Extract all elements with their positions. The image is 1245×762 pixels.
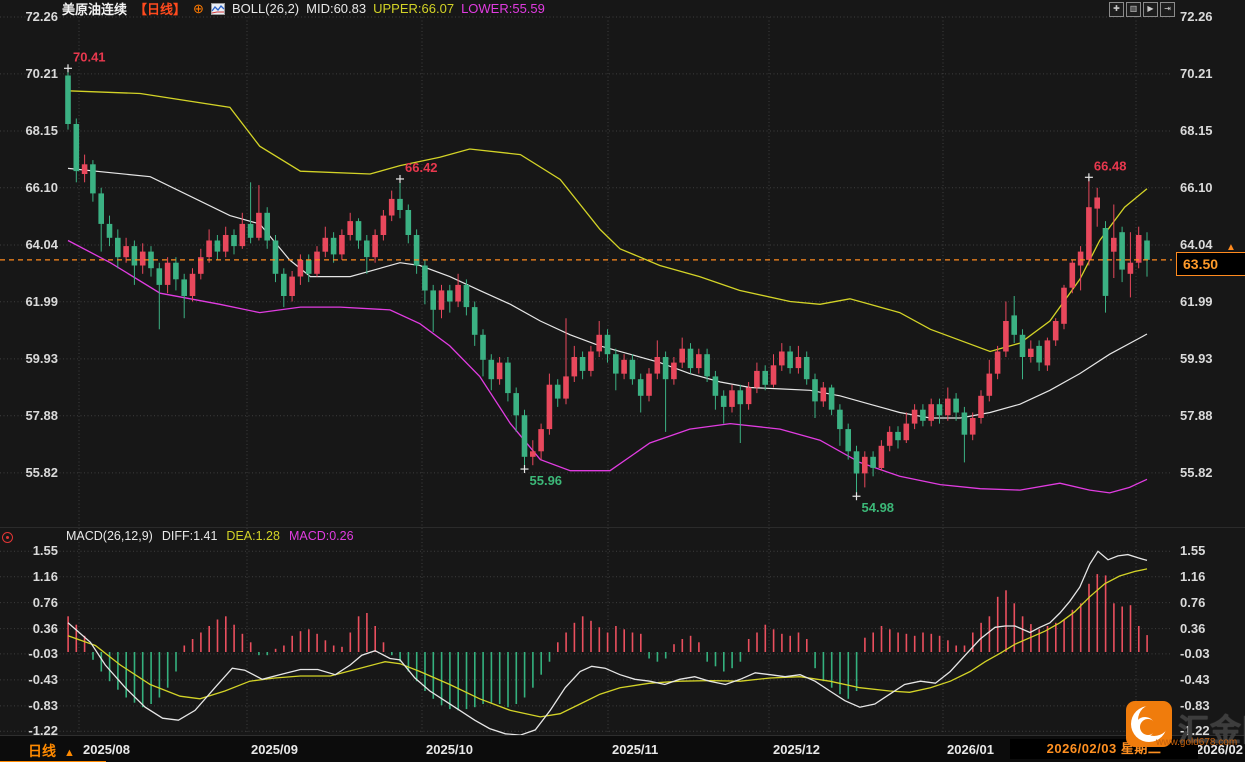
date-label: 2025/10 (426, 742, 473, 757)
price-axis-label-right: 64.04 (1180, 237, 1213, 252)
period-tab-label: 日线 (28, 743, 56, 759)
period-tab[interactable]: 日线 ▲ (28, 741, 75, 761)
macd-axis-label-left: -0.83 (28, 698, 58, 713)
price-axis-label-left: 66.10 (25, 180, 58, 195)
macd-diff-value: DIFF:1.41 (161, 529, 218, 543)
svg-text:54.98: 54.98 (862, 500, 895, 515)
date-label: 2025/09 (251, 742, 298, 757)
macd-axis-label-right: -0.03 (1180, 646, 1210, 661)
date-label: 2026/01 (947, 742, 994, 757)
price-axis-label-right: 59.93 (1180, 351, 1213, 366)
price-axis-label-right: 55.82 (1180, 465, 1213, 480)
date-label: 2025/12 (773, 742, 820, 757)
export-icon[interactable]: ⇥ (1160, 2, 1175, 17)
play-chart-icon[interactable]: ▶ (1143, 2, 1158, 17)
watermark: 汇金网 www.gold678.com (1126, 700, 1245, 750)
price-macd-chart[interactable]: 70.41 66.42 66.48 55.96 54.98 (0, 0, 1245, 762)
price-axis-label-left: 72.26 (25, 9, 58, 24)
macd-axis-label-left: 0.76 (32, 595, 58, 610)
watermark-url: www.gold678.com (1156, 737, 1238, 748)
price-axis-label-right: 70.21 (1180, 66, 1213, 81)
price-axis-label-right: 66.10 (1180, 180, 1213, 195)
macd-axis-label-right: -0.43 (1180, 672, 1210, 687)
macd-axis-label-right: 0.36 (1180, 621, 1206, 636)
chart-toolbar: ✚ ▥ ▶ ⇥ (1109, 2, 1175, 17)
macd-axis-label-right: 0.76 (1180, 595, 1206, 610)
macd-axis-label-left: 0.36 (32, 621, 58, 636)
boll-label: BOLL(26,2) (231, 1, 300, 16)
svg-text:66.42: 66.42 (405, 160, 438, 175)
price-axis-label-right: 68.15 (1180, 123, 1213, 138)
price-axis-label-left: 70.21 (25, 66, 58, 81)
price-axis-label-right: 72.26 (1180, 9, 1213, 24)
price-axis-label-right: 61.99 (1180, 294, 1213, 309)
macd-macd-value: MACD:0.26 (288, 529, 354, 543)
price-axis-label-left: 61.99 (25, 294, 58, 309)
macd-header: MACD(26,12,9) DIFF:1.41 DEA:1.28 MACD:0.… (66, 529, 354, 543)
boll-upper-value: UPPER:66.07 (373, 1, 455, 16)
macd-axis-label-right: 1.55 (1180, 543, 1206, 558)
time-axis-bar: 日线 ▲ 2025/08 2025/09 2025/10 2025/11 2025/12 2… (0, 735, 1245, 762)
mini-chart-icon (210, 2, 225, 15)
period-tag: 【日线】 (134, 2, 187, 17)
chart-header: 美原油连续 【日线】 ⊕ BOLL(26,2) MID:60.83 UPPER:… (62, 0, 545, 17)
price-axis-label-left: 59.93 (25, 351, 58, 366)
price-axis-label-left: 55.82 (25, 465, 58, 480)
svg-text:66.48: 66.48 (1094, 158, 1127, 173)
boll-mid-value: MID:60.83 (306, 1, 367, 16)
macd-axis-label-left: 1.16 (32, 569, 58, 584)
chart-app: 70.41 66.42 66.48 55.96 54.98 美原油连续 【日线】 ⊕ B… (0, 0, 1245, 762)
add-indicator-icon[interactable]: ⊕ (193, 2, 204, 15)
date-label: 2025/08 (83, 742, 130, 757)
price-axis-label-left: 64.04 (25, 237, 58, 252)
price-axis-label-left: 68.15 (25, 123, 58, 138)
macd-target-icon (2, 532, 13, 543)
svg-text:70.41: 70.41 (73, 49, 106, 64)
svg-text:55.96: 55.96 (530, 473, 563, 488)
boll-lower-value: LOWER:55.59 (461, 1, 545, 16)
macd-axis-label-left: -0.43 (28, 672, 58, 687)
move-icon[interactable]: ✚ (1109, 2, 1124, 17)
macd-axis-label-left: -0.03 (28, 646, 58, 661)
pane-layout-icon[interactable]: ▥ (1126, 2, 1141, 17)
date-label: 2025/11 (612, 742, 659, 757)
price-axis-label-right: 57.88 (1180, 408, 1213, 423)
triangle-up-icon: ▲ (64, 747, 75, 759)
macd-axis-label-left: 1.55 (32, 543, 58, 558)
macd-dea-value: DEA:1.28 (226, 529, 280, 543)
price-axis-label-left: 57.88 (25, 408, 58, 423)
last-price-label: 63.50 (1176, 252, 1245, 276)
macd-label: MACD(26,12,9) (66, 529, 153, 543)
macd-axis-label-right: 1.16 (1180, 569, 1206, 584)
symbol-label: 美原油连续 (62, 2, 128, 17)
